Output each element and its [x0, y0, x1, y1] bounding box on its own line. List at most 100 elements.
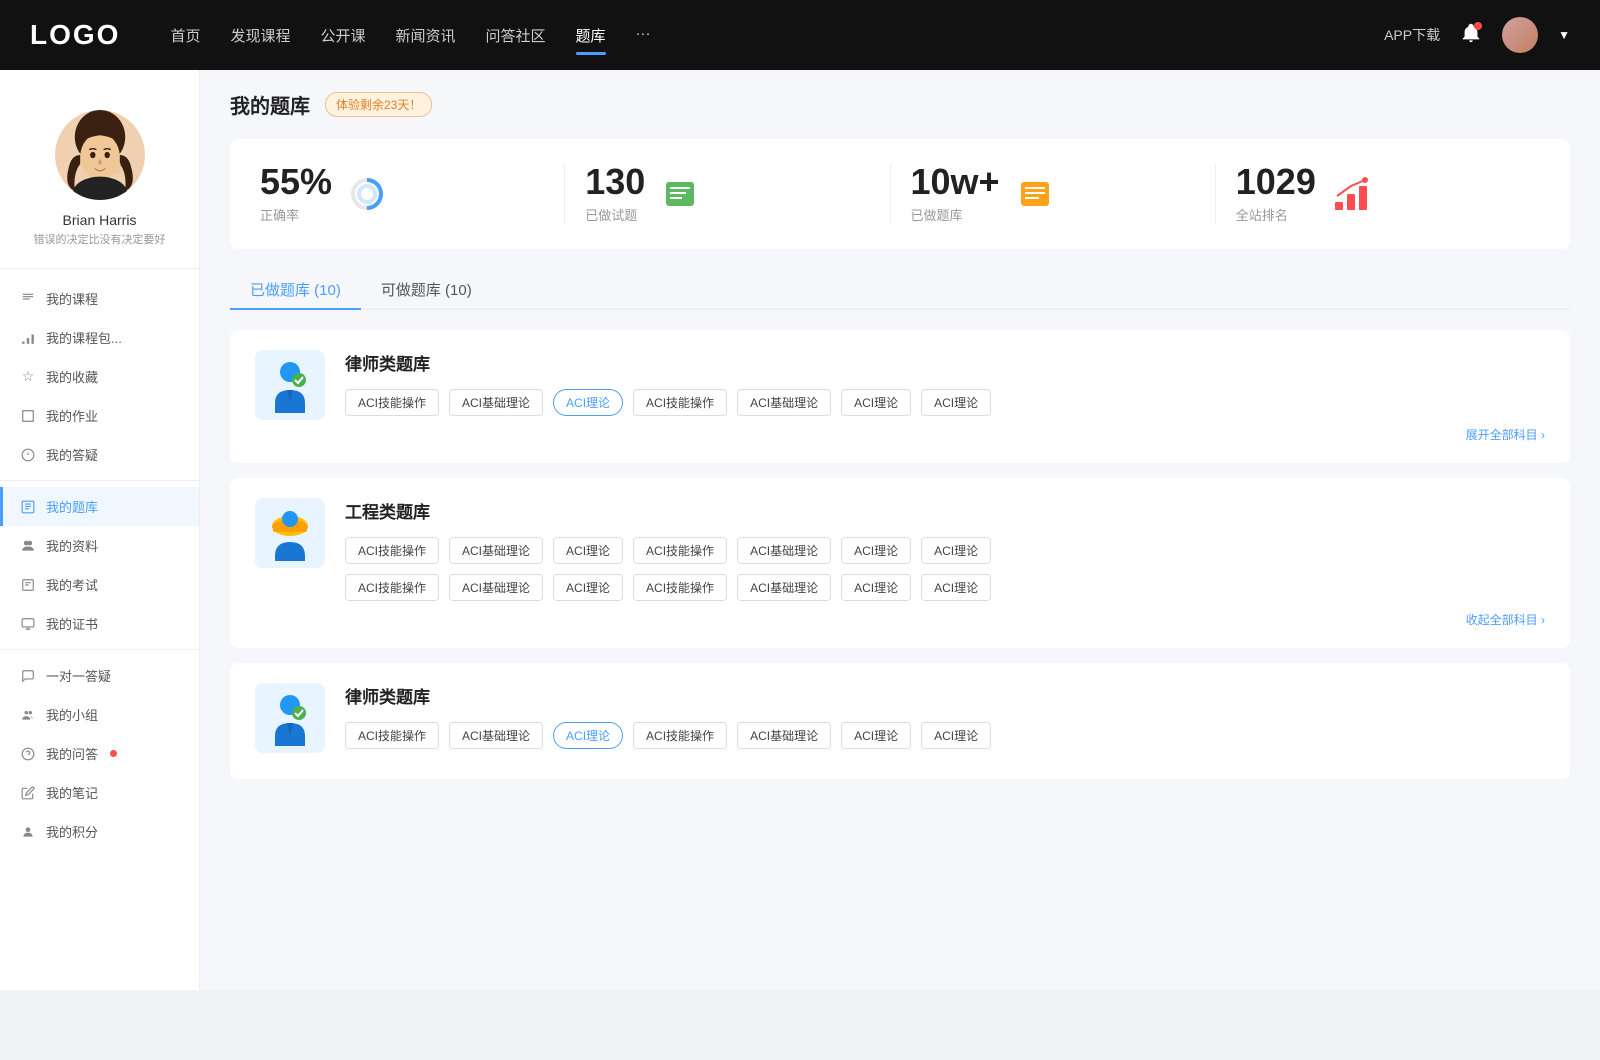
tag-1-2[interactable]: ACI理论	[553, 537, 623, 564]
sidebar-item-cert-label: 我的证书	[46, 614, 98, 633]
sidebar-item-homework[interactable]: 我的作业	[0, 396, 199, 435]
tag-1-0[interactable]: ACI技能操作	[345, 537, 439, 564]
tab-done[interactable]: 已做题库 (10)	[230, 269, 361, 310]
qbank-title-2: 律师类题库	[345, 683, 1545, 708]
tag-0-6[interactable]: ACI理论	[921, 389, 991, 416]
sidebar-item-cert[interactable]: 我的证书	[0, 604, 199, 643]
sidebar-item-profile[interactable]: 我的资料	[0, 526, 199, 565]
avatar-dropdown-arrow[interactable]: ▼	[1558, 28, 1570, 42]
stat-rank-label: 全站排名	[1236, 205, 1316, 224]
nav-links: 首页 发现课程 公开课 新闻资讯 问答社区 题库 ···	[170, 21, 1384, 50]
nav-news[interactable]: 新闻资讯	[396, 21, 456, 50]
qbank-body-0: 律师类题库 ACI技能操作 ACI基础理论 ACI理论 ACI技能操作 ACI基…	[345, 350, 1545, 443]
tag-1-9[interactable]: ACI理论	[553, 574, 623, 601]
tag-2-4[interactable]: ACI基础理论	[737, 722, 831, 749]
tab-todo[interactable]: 可做题库 (10)	[361, 269, 492, 310]
sidebar-item-qbank[interactable]: 我的题库	[0, 487, 199, 526]
sidebar-menu: 我的课程 我的课程包... ☆ 我的收藏 我的作业	[0, 279, 199, 851]
qa-icon	[20, 447, 36, 463]
tag-2-2[interactable]: ACI理论	[553, 722, 623, 749]
qbank-title-0: 律师类题库	[345, 350, 1545, 375]
tabs-bar: 已做题库 (10) 可做题库 (10)	[230, 269, 1570, 310]
cert-icon	[20, 616, 36, 632]
stat-done-questions-content: 130 已做试题	[585, 164, 645, 224]
qbank-card-0: 律师类题库 ACI技能操作 ACI基础理论 ACI理论 ACI技能操作 ACI基…	[230, 330, 1570, 463]
tag-2-6[interactable]: ACI理论	[921, 722, 991, 749]
sidebar-item-one-on-one-label: 一对一答疑	[46, 666, 111, 685]
nav-qbank[interactable]: 题库	[576, 21, 606, 50]
qbank-tags-1-row1: ACI技能操作 ACI基础理论 ACI理论 ACI技能操作 ACI基础理论 AC…	[345, 537, 1545, 564]
tag-2-3[interactable]: ACI技能操作	[633, 722, 727, 749]
sidebar-item-exam[interactable]: 我的考试	[0, 565, 199, 604]
notes-icon	[20, 785, 36, 801]
notification-bell[interactable]	[1460, 22, 1482, 49]
tag-1-12[interactable]: ACI理论	[841, 574, 911, 601]
points-icon	[20, 824, 36, 840]
nav-discover[interactable]: 发现课程	[230, 21, 290, 50]
user-avatar[interactable]	[1502, 17, 1538, 53]
sidebar-item-points[interactable]: 我的积分	[0, 812, 199, 851]
tag-2-1[interactable]: ACI基础理论	[449, 722, 543, 749]
qbank-card-1: 工程类题库 ACI技能操作 ACI基础理论 ACI理论 ACI技能操作 ACI基…	[230, 478, 1570, 648]
tag-1-11[interactable]: ACI基础理论	[737, 574, 831, 601]
avatar-image	[55, 110, 145, 200]
sidebar-divider-1	[0, 480, 199, 481]
rank-icon	[1331, 174, 1371, 214]
sidebar-item-coursepack[interactable]: 我的课程包...	[0, 318, 199, 357]
tag-0-4[interactable]: ACI基础理论	[737, 389, 831, 416]
collapse-btn-1[interactable]: 收起全部科目 ›	[345, 611, 1545, 628]
nav-more[interactable]: ···	[636, 21, 651, 50]
tag-1-1[interactable]: ACI基础理论	[449, 537, 543, 564]
group-icon	[20, 707, 36, 723]
sidebar-item-notes[interactable]: 我的笔记	[0, 773, 199, 812]
sidebar-item-courses-label: 我的课程	[46, 289, 98, 308]
stat-accuracy: 55% 正确率	[260, 164, 565, 224]
tag-0-3[interactable]: ACI技能操作	[633, 389, 727, 416]
tag-1-6[interactable]: ACI理论	[921, 537, 991, 564]
tag-1-10[interactable]: ACI技能操作	[633, 574, 727, 601]
tag-1-13[interactable]: ACI理论	[921, 574, 991, 601]
tag-1-4[interactable]: ACI基础理论	[737, 537, 831, 564]
star-icon: ☆	[20, 369, 36, 385]
qbank-title-1: 工程类题库	[345, 498, 1545, 523]
tag-1-3[interactable]: ACI技能操作	[633, 537, 727, 564]
qbank-header-2: 律师类题库 ACI技能操作 ACI基础理论 ACI理论 ACI技能操作 ACI基…	[255, 683, 1545, 759]
tag-1-5[interactable]: ACI理论	[841, 537, 911, 564]
tag-0-2[interactable]: ACI理论	[553, 389, 623, 416]
sidebar-item-qbank-label: 我的题库	[46, 497, 98, 516]
qbank-header-0: 律师类题库 ACI技能操作 ACI基础理论 ACI理论 ACI技能操作 ACI基…	[255, 350, 1545, 443]
tag-2-5[interactable]: ACI理论	[841, 722, 911, 749]
stat-rank-number: 1029	[1236, 164, 1316, 200]
nav-qa[interactable]: 问答社区	[486, 21, 546, 50]
stat-done-questions-number: 130	[585, 164, 645, 200]
nav-home[interactable]: 首页	[170, 21, 200, 50]
profile-motto: 错误的决定比没有决定要好	[34, 233, 166, 248]
tag-1-8[interactable]: ACI基础理论	[449, 574, 543, 601]
sidebar-item-exam-label: 我的考试	[46, 575, 98, 594]
expand-btn-0[interactable]: 展开全部科目 ›	[345, 426, 1545, 443]
sidebar-item-myqa-label: 我的问答	[46, 744, 98, 763]
profile-name: Brian Harris	[63, 212, 137, 228]
tag-0-5[interactable]: ACI理论	[841, 389, 911, 416]
tag-2-0[interactable]: ACI技能操作	[345, 722, 439, 749]
tag-0-0[interactable]: ACI技能操作	[345, 389, 439, 416]
stat-rank: 1029 全站排名	[1216, 164, 1540, 224]
sidebar: Brian Harris 错误的决定比没有决定要好 我的课程 我的课程包... …	[0, 70, 200, 990]
tag-0-1[interactable]: ACI基础理论	[449, 389, 543, 416]
sidebar-item-courses[interactable]: 我的课程	[0, 279, 199, 318]
stat-done-questions-label: 已做试题	[585, 205, 645, 224]
app-download-button[interactable]: APP下载	[1384, 25, 1440, 45]
tag-1-7[interactable]: ACI技能操作	[345, 574, 439, 601]
sidebar-item-one-on-one[interactable]: 一对一答疑	[0, 656, 199, 695]
sidebar-item-group-label: 我的小组	[46, 705, 98, 724]
qbank-icon-lawyer-0	[255, 350, 325, 420]
sidebar-item-group[interactable]: 我的小组	[0, 695, 199, 734]
sidebar-item-myqa[interactable]: 我的问答	[0, 734, 199, 773]
qbank-tags-2: ACI技能操作 ACI基础理论 ACI理论 ACI技能操作 ACI基础理论 AC…	[345, 722, 1545, 749]
homework-icon	[20, 408, 36, 424]
nav-open-course[interactable]: 公开课	[320, 21, 365, 50]
myqa-icon	[20, 746, 36, 762]
sidebar-item-favorites[interactable]: ☆ 我的收藏	[0, 357, 199, 396]
sidebar-item-qa[interactable]: 我的答疑	[0, 435, 199, 474]
nav-right: APP下载 ▼	[1384, 17, 1570, 53]
